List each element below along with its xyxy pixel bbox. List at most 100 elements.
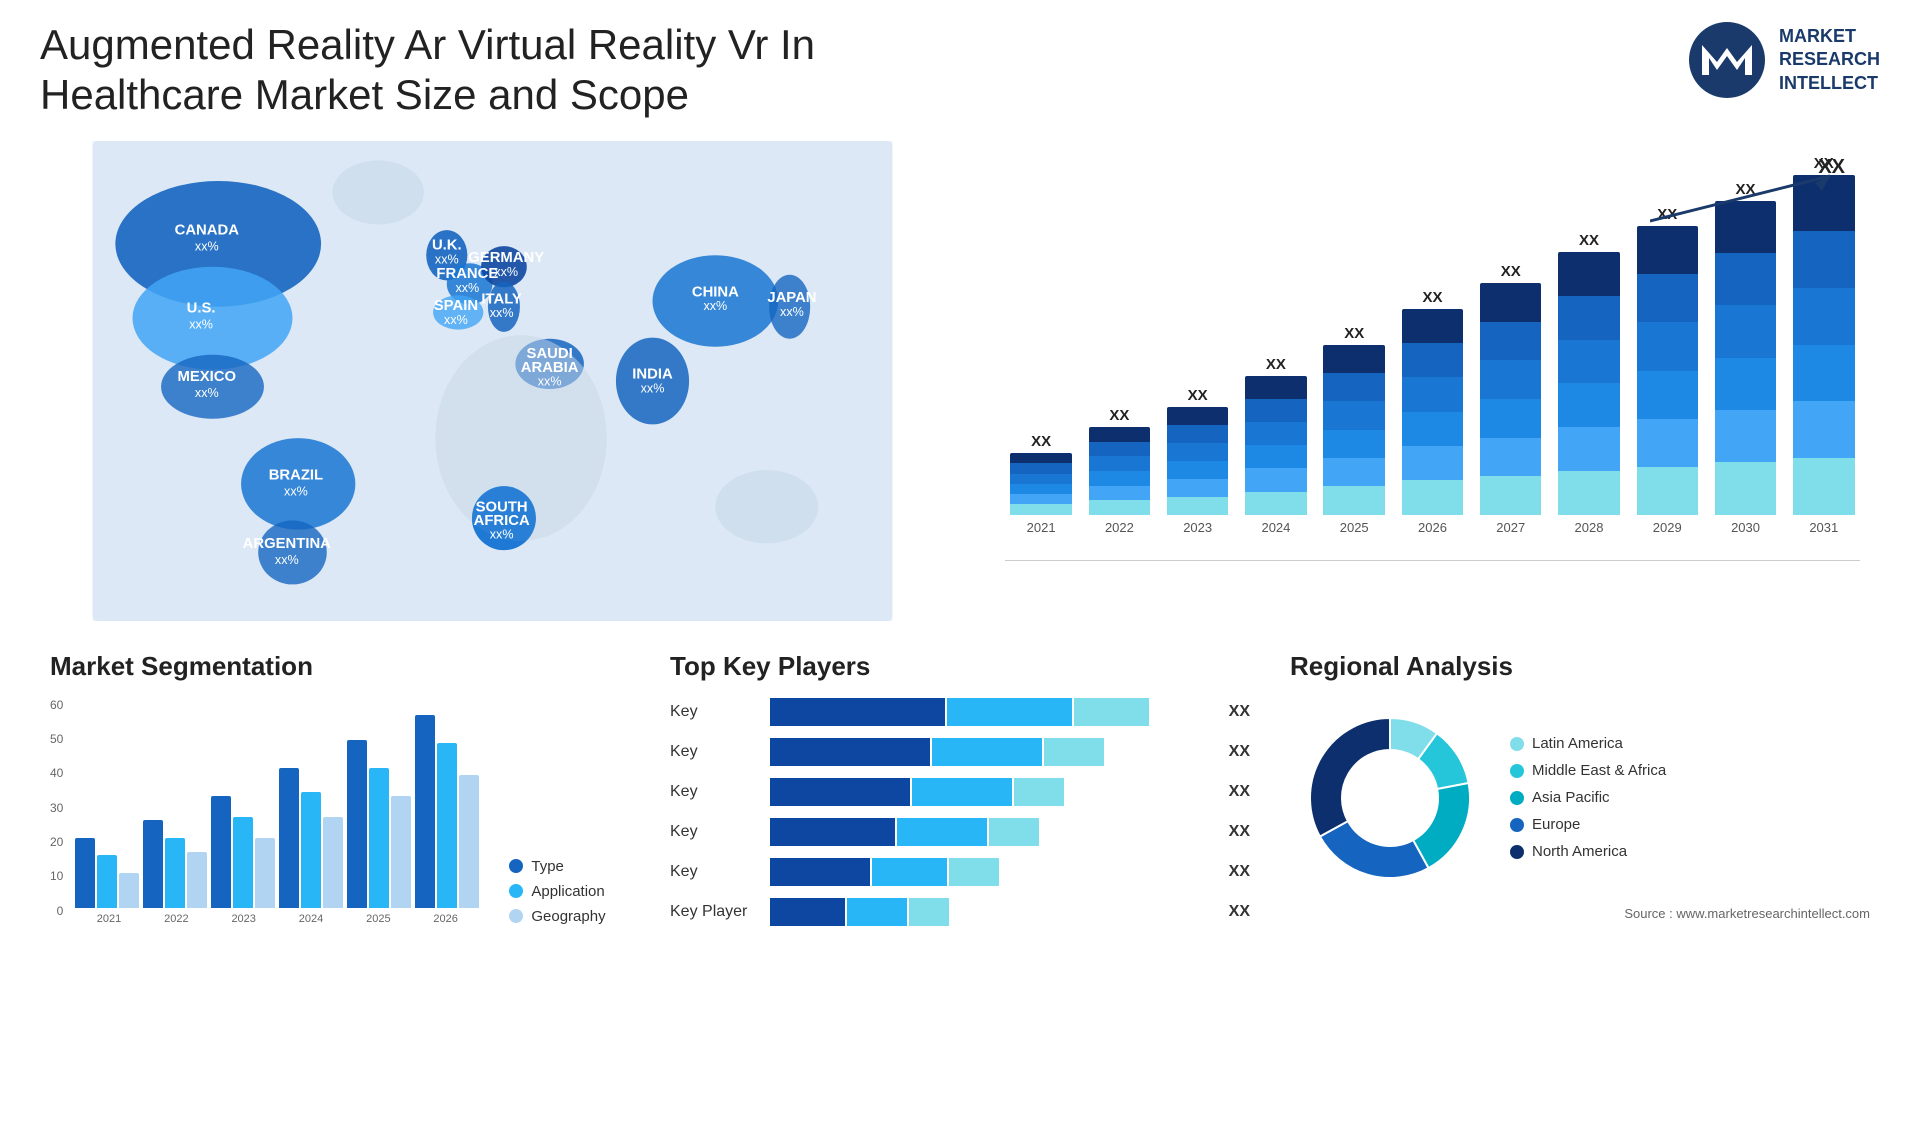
svg-text:xx%: xx% — [490, 306, 514, 320]
player-name: Key — [670, 863, 760, 881]
player-row: KeyXX — [670, 698, 1250, 726]
player-bar-dark — [770, 898, 845, 926]
growth-chart-section: XX XX2021XX2022XX2023XX2024XX2025XX2026X… — [975, 141, 1880, 621]
growth-bar-seg-3 — [1167, 461, 1228, 479]
seg-group-2024 — [279, 768, 343, 908]
growth-bar-seg-3 — [1558, 383, 1619, 427]
growth-bar-seg-2 — [1793, 288, 1854, 345]
growth-bar-seg-2 — [1637, 322, 1698, 370]
segmentation-section: Market Segmentation 6050403020100 202120… — [40, 641, 640, 936]
seg-bar-geo — [323, 817, 343, 908]
growth-bar-seg-0 — [1402, 309, 1463, 343]
seg-bar-app — [437, 743, 457, 908]
growth-bar-top-label: XX — [1031, 433, 1051, 450]
seg-group-2021 — [75, 838, 139, 908]
trend-arrow-svg — [1650, 171, 1850, 231]
growth-bar-stack — [1402, 309, 1463, 515]
svg-text:ARABIA: ARABIA — [521, 360, 579, 376]
player-bar-dark — [770, 698, 945, 726]
player-row: KeyXX — [670, 738, 1250, 766]
regional-section: Regional Analysis Latin AmericaMiddle Ea… — [1280, 641, 1880, 936]
player-bar-dark — [770, 738, 930, 766]
growth-bar-seg-0 — [1245, 376, 1306, 399]
growth-bar-seg-2 — [1167, 443, 1228, 461]
svg-text:xx%: xx% — [195, 239, 219, 253]
player-bar-container — [770, 898, 1211, 926]
svg-text:ITALY: ITALY — [481, 291, 522, 307]
region-label: North America — [1532, 843, 1627, 860]
growth-bar-seg-1 — [1167, 425, 1228, 443]
svg-text:U.S.: U.S. — [187, 300, 216, 316]
growth-bar-2028: XX 2028 — [1553, 232, 1625, 535]
bottom-grid: Market Segmentation 6050403020100 202120… — [40, 641, 1880, 936]
growth-bar-seg-2 — [1089, 456, 1150, 471]
svg-text:xx%: xx% — [195, 386, 219, 400]
key-players-section: Top Key Players KeyXXKeyXXKeyXXKeyXXKeyX… — [660, 641, 1260, 936]
seg-group-2025 — [347, 740, 411, 908]
svg-text:xx%: xx% — [494, 265, 518, 279]
logo-area: MARKET RESEARCH INTELLECT — [1687, 20, 1880, 100]
region-item-europe: Europe — [1510, 816, 1666, 833]
seg-bar-type — [415, 715, 435, 908]
player-value: XX — [1229, 823, 1250, 841]
growth-bar-seg-5 — [1245, 492, 1306, 515]
growth-bar-top-label: XX — [1422, 289, 1442, 306]
svg-text:xx%: xx% — [189, 317, 213, 331]
growth-bar-year-label: 2027 — [1496, 520, 1525, 535]
growth-bar-seg-0 — [1323, 345, 1384, 373]
growth-bar-top-label: XX — [1109, 407, 1129, 424]
logo-text: MARKET RESEARCH INTELLECT — [1779, 25, 1880, 95]
seg-bar-geo — [255, 838, 275, 908]
region-item-latin-america: Latin America — [1510, 735, 1666, 752]
growth-bar-2029: XX2029 — [1631, 206, 1703, 534]
growth-bar-seg-1 — [1480, 322, 1541, 361]
growth-bar-2030: XX2030 — [1709, 181, 1781, 535]
region-item-north-america: North America — [1510, 843, 1666, 860]
growth-bar-year-label: 2028 — [1575, 520, 1604, 535]
seg-y-axis: 6050403020100 — [50, 698, 67, 918]
growth-bar-seg-2 — [1010, 474, 1071, 484]
growth-bar-seg-0 — [1010, 453, 1071, 463]
seg-bar-app — [301, 792, 321, 908]
growth-bar-seg-4 — [1637, 419, 1698, 467]
seg-x-labels: 202120222023202420252026 — [75, 913, 479, 925]
world-map-svg: CANADA xx% U.S. xx% MEXICO xx% BRAZIL xx… — [40, 141, 945, 621]
growth-bar-stack — [1323, 345, 1384, 515]
legend-label: Geography — [531, 908, 605, 925]
region-label: Latin America — [1532, 735, 1623, 752]
growth-bar-top-label: XX — [1579, 232, 1599, 249]
growth-bar-top-label: XX — [1501, 263, 1521, 280]
seg-bar-app — [369, 768, 389, 908]
seg-bar-geo — [187, 852, 207, 908]
growth-bar-year-label: 2022 — [1105, 520, 1134, 535]
svg-text:U.K.: U.K. — [432, 237, 462, 253]
growth-bar-2021: XX2021 — [1005, 433, 1077, 535]
svg-text:GERMANY: GERMANY — [468, 250, 544, 266]
legend-dot — [509, 859, 523, 873]
svg-text:xx%: xx% — [703, 299, 727, 313]
player-value: XX — [1229, 863, 1250, 881]
growth-bar-seg-3 — [1323, 430, 1384, 458]
svg-text:xx%: xx% — [284, 484, 308, 498]
region-dot — [1510, 764, 1524, 778]
legend-label: Type — [531, 858, 564, 875]
growth-bar-seg-5 — [1167, 497, 1228, 515]
region-item-middle-east-&-africa: Middle East & Africa — [1510, 762, 1666, 779]
growth-bar-seg-1 — [1715, 253, 1776, 305]
players-bars: KeyXXKeyXXKeyXXKeyXXKeyXXKey PlayerXX — [670, 698, 1250, 926]
player-value: XX — [1229, 783, 1250, 801]
region-label: Asia Pacific — [1532, 789, 1610, 806]
player-name: Key — [670, 823, 760, 841]
svg-text:MEXICO: MEXICO — [178, 369, 237, 385]
svg-text:xx%: xx% — [275, 553, 299, 567]
player-value: XX — [1229, 703, 1250, 721]
player-bar-light — [1014, 778, 1064, 806]
growth-bar-seg-4 — [1402, 446, 1463, 480]
growth-bar-seg-2 — [1715, 305, 1776, 357]
svg-text:xx%: xx% — [538, 374, 562, 388]
region-dot — [1510, 737, 1524, 751]
player-row: Key XX — [670, 818, 1250, 846]
legend-label: Application — [531, 883, 604, 900]
header: Augmented Reality Ar Virtual Reality Vr … — [40, 20, 1880, 121]
player-bar-light — [989, 818, 1039, 846]
